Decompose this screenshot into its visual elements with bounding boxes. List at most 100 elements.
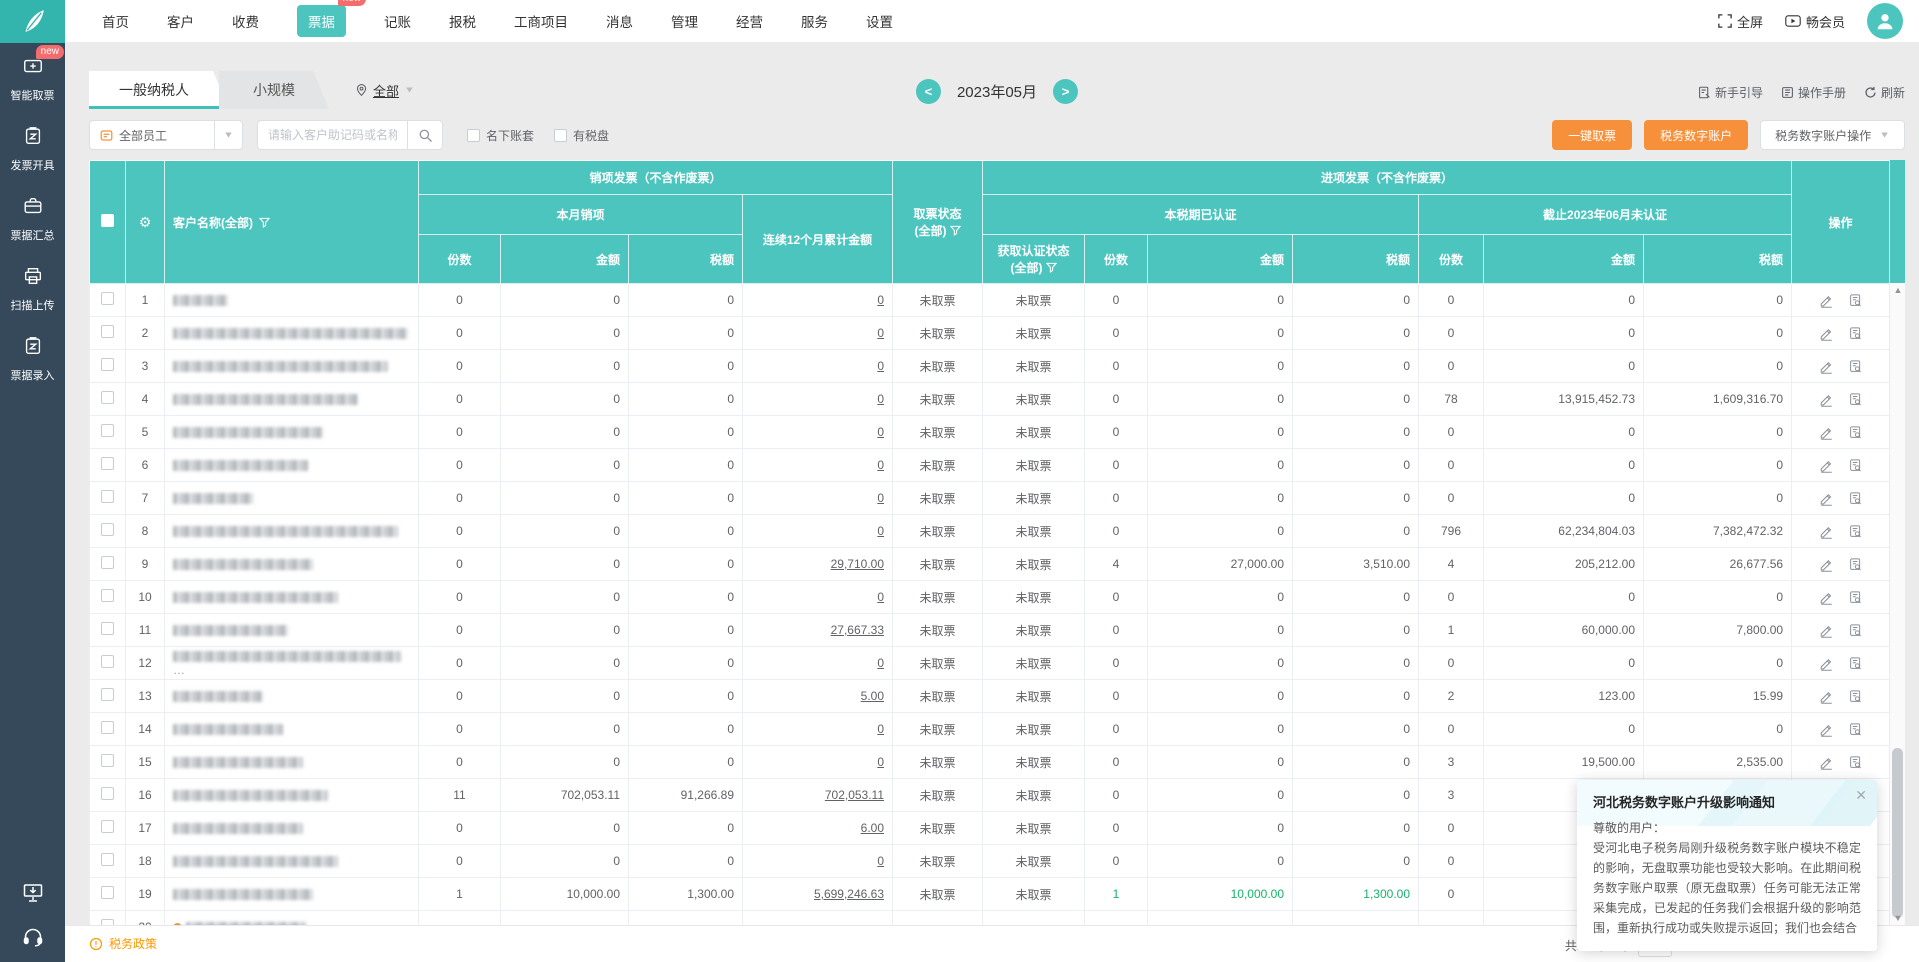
row-checkbox[interactable] bbox=[89, 910, 126, 925]
support-button[interactable] bbox=[0, 925, 65, 954]
sidebar-item-1[interactable]: 智能取票 new bbox=[0, 43, 65, 113]
scroll-up-arrow[interactable]: ▲ bbox=[1890, 283, 1905, 297]
customer-name-cell[interactable] bbox=[164, 811, 419, 845]
select-all-checkbox[interactable] bbox=[89, 160, 126, 284]
row-checkbox[interactable] bbox=[89, 283, 126, 317]
row-checkbox[interactable] bbox=[89, 382, 126, 416]
checkbox-has-tax-disk[interactable]: 有税盘 bbox=[554, 127, 609, 144]
edit-icon[interactable] bbox=[1819, 656, 1834, 671]
client-download-button[interactable] bbox=[0, 881, 65, 910]
cell-cumulative-12m-link[interactable]: 0 bbox=[741, 745, 894, 779]
view-invoice-icon[interactable] bbox=[1848, 755, 1863, 770]
cell-cumulative-12m-link[interactable]: 0 bbox=[741, 712, 894, 746]
view-invoice-icon[interactable] bbox=[1848, 689, 1863, 704]
row-checkbox[interactable] bbox=[89, 778, 126, 812]
row-checkbox[interactable] bbox=[89, 481, 126, 515]
menu-item-5[interactable]: 记账 bbox=[384, 11, 411, 31]
customer-name-cell[interactable] bbox=[164, 613, 419, 647]
customer-name-cell[interactable] bbox=[164, 382, 419, 416]
view-invoice-icon[interactable] bbox=[1848, 458, 1863, 473]
cell-cumulative-12m-link[interactable]: 0 bbox=[741, 481, 894, 515]
row-checkbox[interactable] bbox=[89, 415, 126, 449]
tax-policy-link[interactable]: 税务政策 bbox=[89, 935, 157, 952]
scope-selector[interactable]: 全部 ▼ bbox=[355, 71, 415, 109]
view-invoice-icon[interactable] bbox=[1848, 425, 1863, 440]
edit-icon[interactable] bbox=[1819, 491, 1834, 506]
customer-search-input[interactable] bbox=[257, 120, 407, 150]
employee-select[interactable]: 全部员工 ▼ bbox=[89, 120, 243, 150]
view-invoice-icon[interactable] bbox=[1848, 656, 1863, 671]
menu-item-3[interactable]: 收费 bbox=[232, 11, 259, 31]
cell-cumulative-12m-link[interactable]: 0 bbox=[741, 580, 894, 614]
customer-name-cell[interactable] bbox=[164, 778, 419, 812]
fullscreen-button[interactable]: 全屏 bbox=[1718, 12, 1763, 31]
menu-item-7[interactable]: 工商项目 bbox=[514, 11, 568, 31]
member-button[interactable]: 畅会员 bbox=[1785, 12, 1845, 31]
cell-cumulative-12m-link[interactable]: 6.00 bbox=[741, 811, 894, 845]
one-click-fetch-button[interactable]: 一键取票 bbox=[1552, 120, 1633, 150]
edit-icon[interactable] bbox=[1819, 722, 1834, 737]
edit-icon[interactable] bbox=[1819, 425, 1834, 440]
cell-cumulative-12m-link[interactable]: 27,667.33 bbox=[741, 613, 894, 647]
guide-link[interactable]: 新手引导 bbox=[1698, 84, 1763, 101]
sidebar-item-4[interactable]: 扫描上传 bbox=[0, 253, 65, 323]
cell-cumulative-12m-link[interactable] bbox=[741, 910, 894, 925]
view-invoice-icon[interactable] bbox=[1848, 722, 1863, 737]
view-invoice-icon[interactable] bbox=[1848, 524, 1863, 539]
filter-funnel-icon[interactable] bbox=[949, 225, 961, 236]
menu-item-12[interactable]: 设置 bbox=[866, 11, 893, 31]
view-invoice-icon[interactable] bbox=[1848, 326, 1863, 341]
menu-item-6[interactable]: 报税 bbox=[449, 11, 476, 31]
view-invoice-icon[interactable] bbox=[1848, 491, 1863, 506]
refresh-link[interactable]: 刷新 bbox=[1864, 84, 1905, 101]
sidebar-item-5[interactable]: 票据录入 bbox=[0, 323, 65, 393]
cell-cumulative-12m-link[interactable]: 0 bbox=[741, 283, 894, 317]
row-checkbox[interactable] bbox=[89, 613, 126, 647]
row-checkbox[interactable] bbox=[89, 745, 126, 779]
scrollbar-thumb[interactable] bbox=[1892, 748, 1903, 918]
menu-item-9[interactable]: 管理 bbox=[671, 11, 698, 31]
view-invoice-icon[interactable] bbox=[1848, 392, 1863, 407]
view-invoice-icon[interactable] bbox=[1848, 293, 1863, 308]
column-settings-gear[interactable]: ⚙ bbox=[125, 160, 165, 284]
cell-cumulative-12m-link[interactable]: 0 bbox=[741, 382, 894, 416]
menu-item-11[interactable]: 服务 bbox=[801, 11, 828, 31]
row-checkbox[interactable] bbox=[89, 877, 126, 911]
row-checkbox[interactable] bbox=[89, 580, 126, 614]
customer-name-cell[interactable] bbox=[164, 580, 419, 614]
tab-general-taxpayer[interactable]: 一般纳税人 bbox=[89, 71, 229, 109]
edit-icon[interactable] bbox=[1819, 326, 1834, 341]
row-checkbox[interactable] bbox=[89, 349, 126, 383]
user-avatar[interactable] bbox=[1867, 3, 1903, 39]
customer-name-cell[interactable] bbox=[164, 844, 419, 878]
tax-digital-account-button[interactable]: 税务数字账户 bbox=[1644, 120, 1749, 150]
row-checkbox[interactable] bbox=[89, 712, 126, 746]
app-logo[interactable] bbox=[0, 0, 65, 43]
cell-cumulative-12m-link[interactable]: 0 bbox=[741, 514, 894, 548]
edit-icon[interactable] bbox=[1819, 689, 1834, 704]
filter-funnel-icon[interactable] bbox=[1045, 262, 1057, 273]
scrollbar-track[interactable]: ▲ ▼ bbox=[1889, 283, 1905, 925]
customer-name-cell[interactable] bbox=[164, 877, 419, 911]
popup-close-icon[interactable]: ✕ bbox=[1855, 787, 1867, 804]
edit-icon[interactable] bbox=[1819, 458, 1834, 473]
menu-item-8[interactable]: 消息 bbox=[606, 11, 633, 31]
menu-item-1[interactable]: 首页 bbox=[102, 11, 129, 31]
edit-icon[interactable] bbox=[1819, 755, 1834, 770]
prev-month-button[interactable]: < bbox=[915, 79, 941, 104]
edit-icon[interactable] bbox=[1819, 590, 1834, 605]
customer-name-cell[interactable] bbox=[164, 712, 419, 746]
customer-name-cell[interactable] bbox=[164, 283, 419, 317]
next-month-button[interactable]: > bbox=[1053, 79, 1079, 104]
customer-name-cell[interactable] bbox=[164, 481, 419, 515]
sidebar-item-2[interactable]: 发票开具 bbox=[0, 113, 65, 183]
cell-cumulative-12m-link[interactable]: 5,699,246.63 bbox=[741, 877, 894, 911]
customer-name-cell[interactable] bbox=[164, 514, 419, 548]
view-invoice-icon[interactable] bbox=[1848, 623, 1863, 638]
cell-cumulative-12m-link[interactable]: 29,710.00 bbox=[741, 547, 894, 581]
customer-name-cell[interactable] bbox=[164, 316, 419, 350]
checkbox-own-accounts[interactable]: 名下账套 bbox=[467, 127, 534, 144]
edit-icon[interactable] bbox=[1819, 359, 1834, 374]
row-checkbox[interactable] bbox=[89, 448, 126, 482]
row-checkbox[interactable] bbox=[89, 547, 126, 581]
